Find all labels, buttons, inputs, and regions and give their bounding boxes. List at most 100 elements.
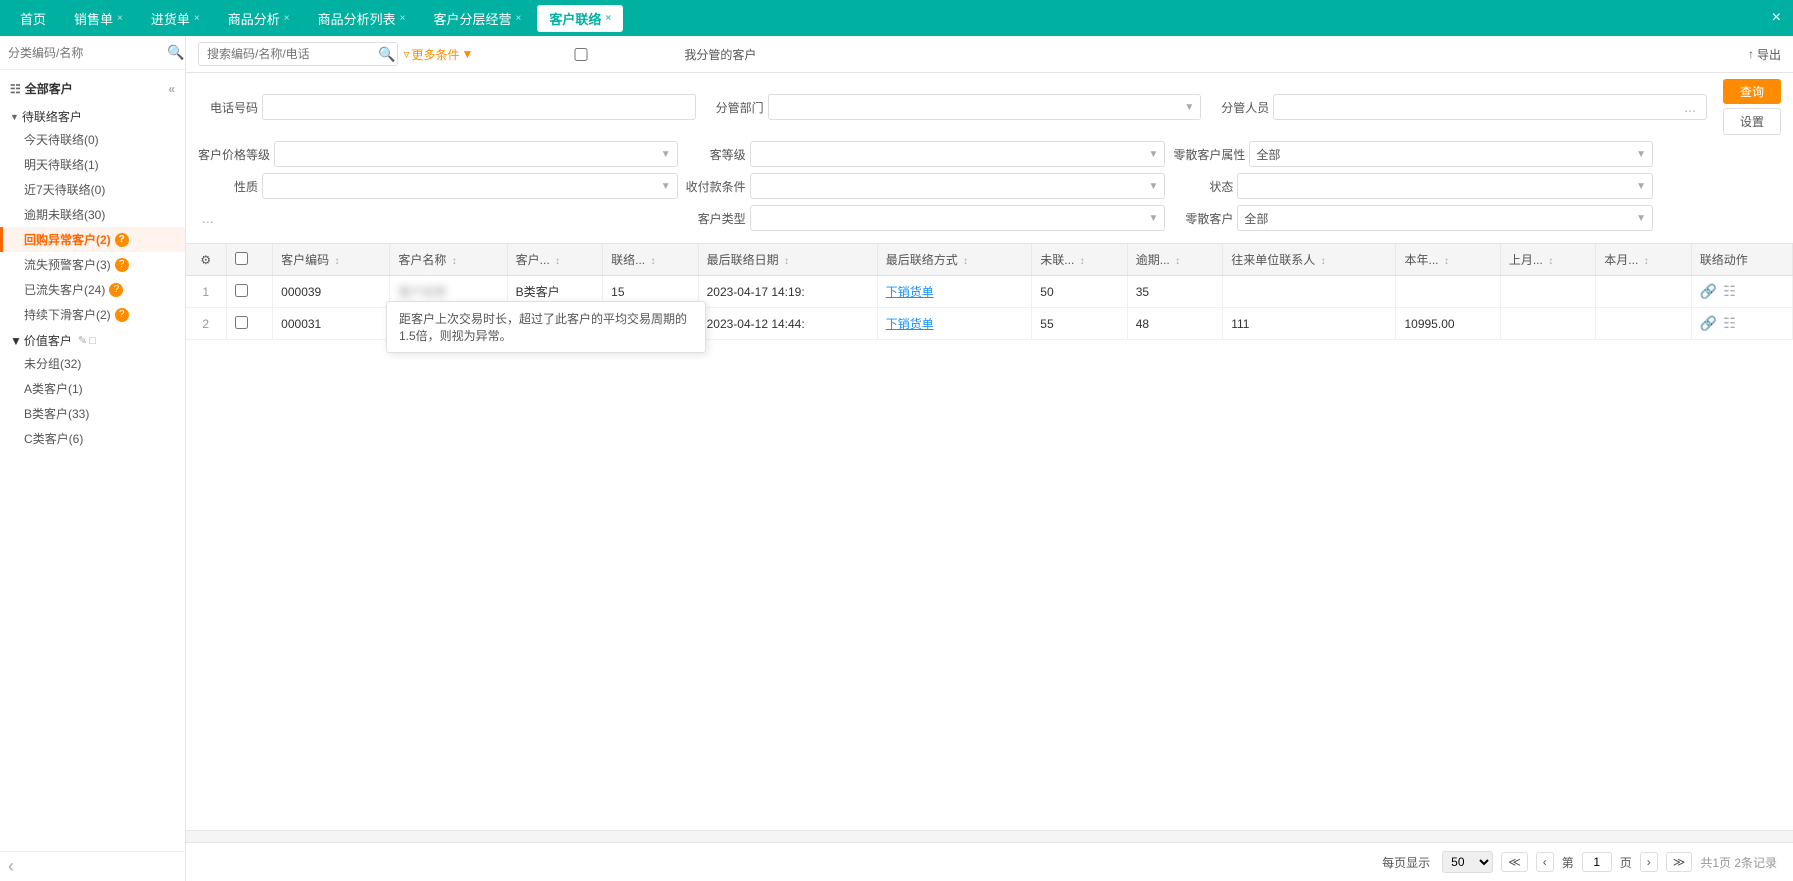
row1-last-method[interactable]: 下销货单	[877, 276, 1032, 308]
nav-home[interactable]: 首页	[8, 5, 58, 32]
sort-date-icon[interactable]: ↕	[784, 256, 789, 267]
horizontal-scrollbar[interactable]	[186, 830, 1793, 842]
row2-select-checkbox[interactable]	[235, 316, 248, 329]
more-conditions-btn[interactable]: ▿ 更多条件 ▼	[403, 46, 473, 63]
manager-dots[interactable]: ...	[1680, 99, 1700, 115]
close-all-tabs[interactable]: ×	[1772, 9, 1781, 27]
sidebar-churn-warning[interactable]: 流失预警客户(3) ?	[0, 252, 185, 277]
sidebar-overdue-contact[interactable]: 逾期未联络(30)	[0, 202, 185, 227]
sort-name-icon[interactable]: ↕	[452, 256, 457, 267]
row1-select-checkbox[interactable]	[235, 284, 248, 297]
gender-select[interactable]: ▼	[262, 173, 678, 199]
th-contact-count[interactable]: 联络... ↕	[603, 244, 698, 276]
row2-method-link[interactable]: 下销货单	[886, 317, 934, 331]
sidebar-declining-customers[interactable]: 持续下滑客户(2) ?	[0, 302, 185, 327]
edit-icon[interactable]: ✎	[78, 334, 87, 347]
page-number-input[interactable]	[1582, 852, 1612, 872]
th-last-method[interactable]: 最后联络方式 ↕	[877, 244, 1032, 276]
th-settings[interactable]: ⚙	[186, 244, 226, 276]
sidebar-all-customers-header[interactable]: ☷ 全部客户 «	[0, 74, 185, 103]
row2-link-icon[interactable]: 🔗	[1700, 315, 1717, 332]
sidebar-collapse-btn[interactable]: «	[168, 82, 175, 96]
customer-type-select[interactable]: ▼	[750, 205, 1166, 231]
first-page-btn[interactable]: ≪	[1501, 852, 1528, 872]
th-name[interactable]: 客户名称 ↕	[390, 244, 507, 276]
per-page-select[interactable]: 50 20 100 200	[1442, 851, 1493, 873]
row1-link-icon[interactable]: 🔗	[1700, 283, 1717, 300]
sort-unit-icon[interactable]: ↕	[1321, 256, 1326, 267]
row2-checkbox[interactable]	[226, 308, 273, 340]
manager-select[interactable]: ...	[1273, 94, 1707, 120]
nav-sales[interactable]: 销售单 ×	[62, 5, 135, 32]
sort-overdue-icon[interactable]: ↕	[1175, 256, 1180, 267]
nav-customer-contact-close[interactable]: ×	[605, 13, 611, 24]
row1-method-link[interactable]: 下销货单	[886, 285, 934, 299]
sort-type-icon[interactable]: ↕	[555, 256, 560, 267]
th-last-month[interactable]: 上月... ↕	[1500, 244, 1595, 276]
search-button[interactable]: 🔍	[378, 46, 395, 63]
status-select[interactable]: ▼	[1237, 173, 1653, 199]
sidebar-a-class[interactable]: A类客户(1)	[0, 376, 185, 401]
sort-tmonth-icon[interactable]: ↕	[1644, 256, 1649, 267]
row1-grid-icon[interactable]: ☷	[1723, 283, 1736, 300]
sidebar-left-arrow[interactable]: ‹	[8, 856, 14, 877]
sidebar-tomorrow-contact[interactable]: 明天待联络(1)	[0, 152, 185, 177]
retail-attr-select[interactable]: 全部▼	[1249, 141, 1653, 167]
sort-year-icon[interactable]: ↕	[1444, 256, 1449, 267]
th-overdue[interactable]: 逾期... ↕	[1127, 244, 1222, 276]
th-unit-contact[interactable]: 往来单位联系人 ↕	[1223, 244, 1396, 276]
select-all-checkbox[interactable]	[235, 252, 248, 265]
nav-product-analysis-close[interactable]: ×	[284, 13, 290, 24]
row4-dots[interactable]: ...	[198, 210, 218, 226]
sort-method-icon[interactable]: ↕	[963, 256, 968, 267]
payment-select[interactable]: ▼	[750, 173, 1166, 199]
phone-input[interactable]	[262, 94, 696, 120]
add-icon[interactable]: □	[89, 335, 96, 347]
sidebar-today-contact[interactable]: 今天待联络(0)	[0, 127, 185, 152]
th-checkbox[interactable]	[226, 244, 273, 276]
sidebar-7days-contact[interactable]: 近7天待联络(0)	[0, 177, 185, 202]
nav-product-list-close[interactable]: ×	[400, 13, 406, 24]
export-button[interactable]: ↑ 导出	[1748, 46, 1781, 63]
th-last-date[interactable]: 最后联络日期 ↕	[698, 244, 877, 276]
customer-level-select[interactable]: ▼	[750, 141, 1166, 167]
nav-purchase-close[interactable]: ×	[194, 13, 200, 24]
nav-customer-segment-close[interactable]: ×	[515, 13, 521, 24]
last-page-btn[interactable]: ≫	[1666, 852, 1693, 872]
sidebar-search-icon[interactable]: 🔍	[167, 44, 184, 61]
sidebar-churned-customers[interactable]: 已流失客户(24) ?	[0, 277, 185, 302]
th-code[interactable]: 客户编码 ↕	[273, 244, 390, 276]
nav-customer-segment[interactable]: 客户分层经营 ×	[421, 5, 533, 32]
search-input[interactable]	[198, 42, 398, 66]
th-this-month[interactable]: 本月... ↕	[1596, 244, 1691, 276]
sidebar-b-class[interactable]: B类客户(33)	[0, 401, 185, 426]
my-customers-checkbox[interactable]	[481, 48, 681, 61]
my-customers-checkbox-label[interactable]: 我分管的客户	[481, 46, 756, 63]
nav-sales-close[interactable]: ×	[117, 13, 123, 24]
nav-purchase[interactable]: 进货单 ×	[139, 5, 212, 32]
sidebar-search-input[interactable]	[8, 46, 163, 60]
row1-checkbox[interactable]	[226, 276, 273, 308]
nav-product-analysis[interactable]: 商品分析 ×	[216, 5, 302, 32]
th-this-year[interactable]: 本年... ↕	[1396, 244, 1500, 276]
query-button[interactable]: 查询	[1723, 79, 1781, 104]
th-type[interactable]: 客户... ↕	[507, 244, 602, 276]
retail-customer-select[interactable]: 全部▼	[1237, 205, 1653, 231]
sidebar-repurchase-anomaly[interactable]: 回购异常客户(2) ?	[0, 227, 185, 252]
settings-button[interactable]: 设置	[1723, 108, 1781, 135]
sort-code-icon[interactable]: ↕	[335, 256, 340, 267]
sort-uncontacted-icon[interactable]: ↕	[1080, 256, 1085, 267]
next-page-btn[interactable]: ›	[1640, 852, 1658, 872]
sort-lmonth-icon[interactable]: ↕	[1548, 256, 1553, 267]
sidebar-c-class[interactable]: C类客户(6)	[0, 426, 185, 451]
nav-product-list[interactable]: 商品分析列表 ×	[306, 5, 418, 32]
nav-customer-contact[interactable]: 客户联络 ×	[537, 5, 623, 32]
prev-page-btn[interactable]: ‹	[1536, 852, 1554, 872]
price-level-select[interactable]: ▼	[274, 141, 678, 167]
dept-select[interactable]: ▼	[768, 94, 1202, 120]
row2-last-method[interactable]: 下销货单	[877, 308, 1032, 340]
sidebar-value-customer-group[interactable]: ▼ 价值客户 ✎ □	[0, 327, 185, 351]
sidebar-ungrouped[interactable]: 未分组(32)	[0, 351, 185, 376]
th-uncontacted[interactable]: 未联... ↕	[1032, 244, 1127, 276]
sort-count-icon[interactable]: ↕	[651, 256, 656, 267]
